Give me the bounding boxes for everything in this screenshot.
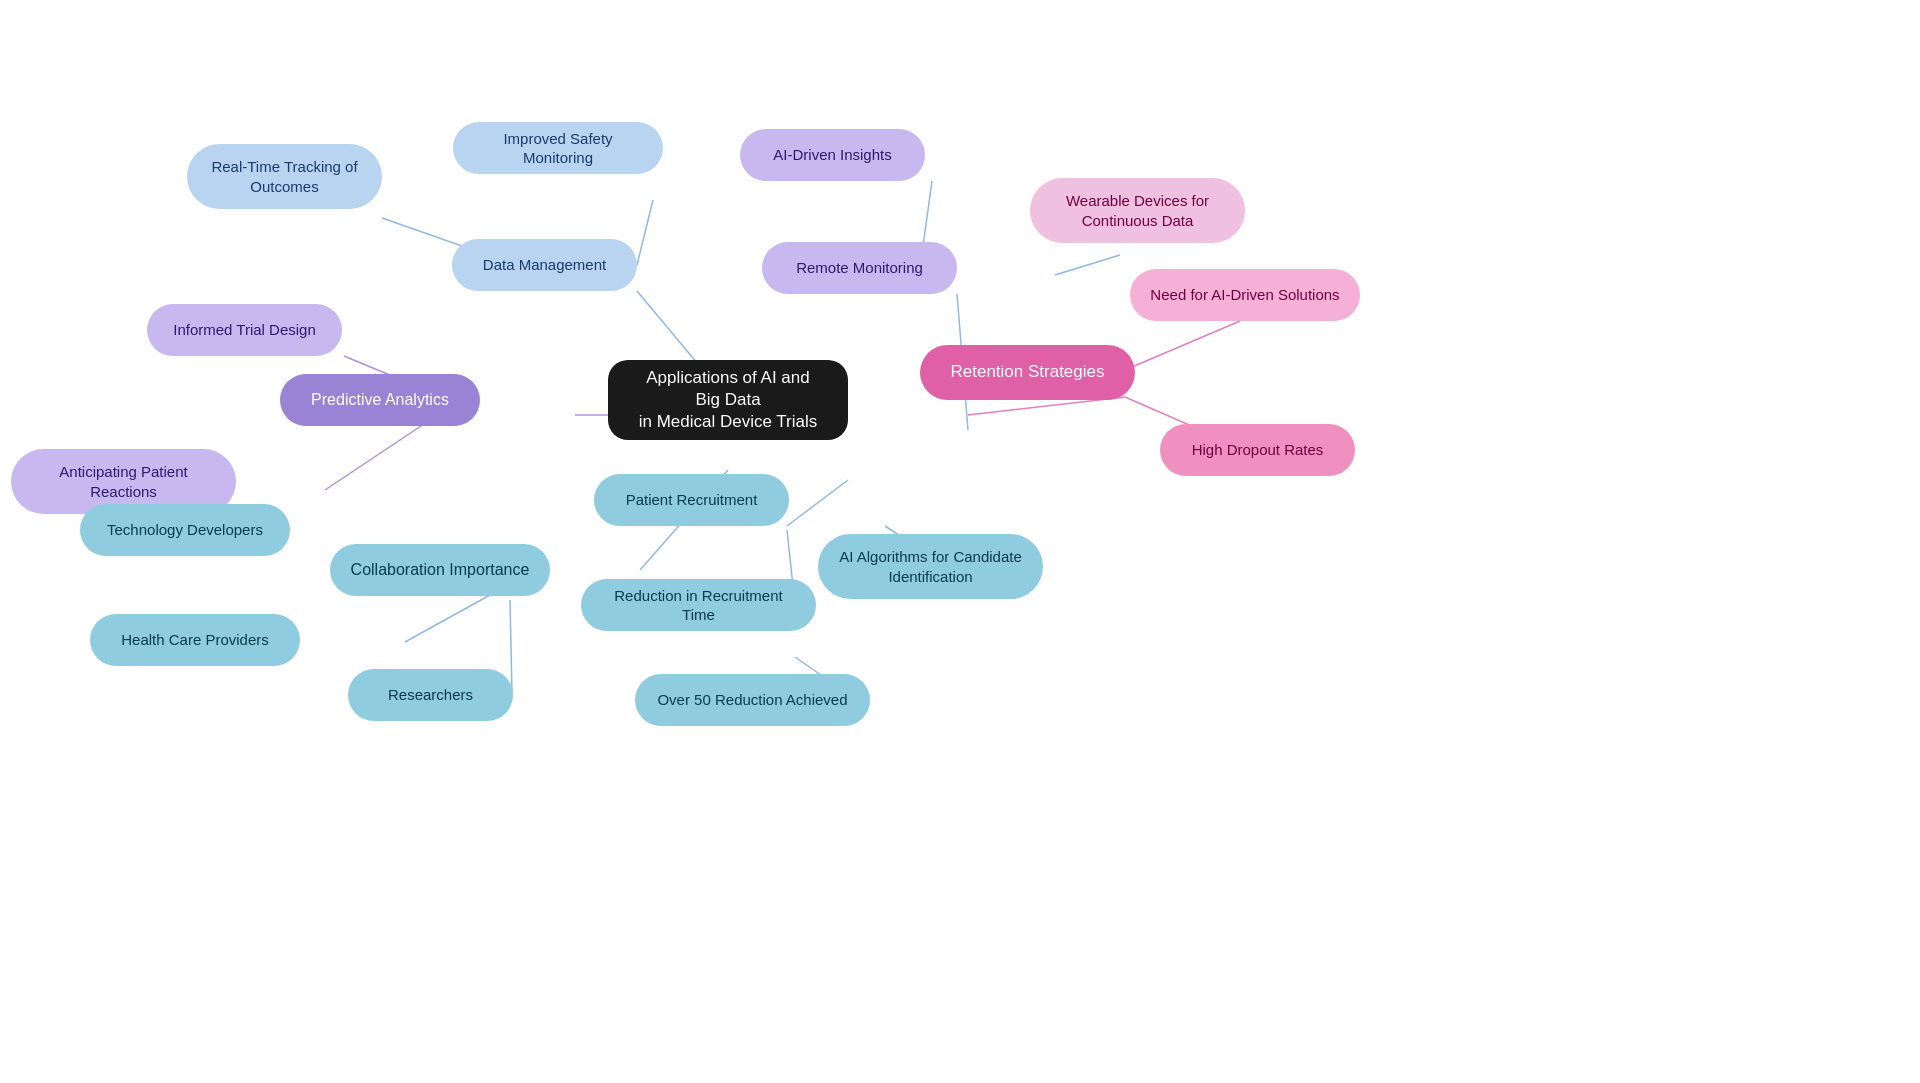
ai-algorithms-label: AI Algorithms for Candidate Identificati…: [839, 547, 1022, 586]
remote-monitoring-label: Remote Monitoring: [796, 258, 923, 278]
collaboration-importance-node: Collaboration Importance: [330, 544, 550, 596]
predictive-analytics-node: Predictive Analytics: [280, 374, 480, 426]
svg-line-11: [1055, 255, 1120, 275]
svg-line-12: [1125, 321, 1240, 370]
remote-monitoring-node: Remote Monitoring: [762, 242, 957, 294]
collaboration-importance-label: Collaboration Importance: [351, 560, 530, 581]
svg-line-19: [510, 600, 512, 695]
center-label: Applications of AI and Big Data in Medic…: [638, 367, 818, 433]
improved-safety-node: Improved Safety Monitoring: [453, 122, 663, 174]
retention-strategies-label: Retention Strategies: [950, 361, 1104, 383]
data-management-label: Data Management: [483, 255, 606, 275]
high-dropout-node: High Dropout Rates: [1160, 424, 1355, 476]
need-for-ai-node: Need for AI-Driven Solutions: [1130, 269, 1360, 321]
technology-developers-label: Technology Developers: [107, 520, 263, 540]
technology-developers-node: Technology Developers: [80, 504, 290, 556]
svg-line-18: [405, 595, 490, 642]
wearable-devices-node: Wearable Devices for Continuous Data: [1030, 178, 1245, 243]
informed-trial-label: Informed Trial Design: [173, 320, 316, 340]
need-for-ai-label: Need for AI-Driven Solutions: [1150, 285, 1339, 305]
svg-line-4: [787, 480, 848, 526]
svg-line-9: [325, 420, 430, 490]
researchers-node: Researchers: [348, 669, 513, 721]
informed-trial-node: Informed Trial Design: [147, 304, 342, 356]
center-node: Applications of AI and Big Data in Medic…: [608, 360, 848, 440]
over50-node: Over 50 Reduction Achieved: [635, 674, 870, 726]
ai-driven-insights-label: AI-Driven Insights: [773, 145, 891, 165]
reduction-time-label: Reduction in Recruitment Time: [601, 586, 796, 625]
reduction-time-node: Reduction in Recruitment Time: [581, 579, 816, 631]
predictive-analytics-label: Predictive Analytics: [311, 390, 449, 411]
patient-recruitment-node: Patient Recruitment: [594, 474, 789, 526]
real-time-tracking-node: Real-Time Tracking of Outcomes: [187, 144, 382, 209]
retention-strategies-node: Retention Strategies: [920, 345, 1135, 400]
health-care-providers-node: Health Care Providers: [90, 614, 300, 666]
ai-algorithms-node: AI Algorithms for Candidate Identificati…: [818, 534, 1043, 599]
patient-recruitment-label: Patient Recruitment: [626, 490, 758, 510]
real-time-tracking-label: Real-Time Tracking of Outcomes: [211, 157, 357, 196]
over50-label: Over 50 Reduction Achieved: [657, 690, 847, 710]
wearable-devices-label: Wearable Devices for Continuous Data: [1066, 191, 1209, 230]
improved-safety-label: Improved Safety Monitoring: [473, 129, 643, 168]
ai-driven-insights-node: AI-Driven Insights: [740, 129, 925, 181]
high-dropout-label: High Dropout Rates: [1192, 440, 1324, 460]
anticipating-patient-label: Anticipating Patient Reactions: [31, 462, 216, 501]
data-management-node: Data Management: [452, 239, 637, 291]
health-care-providers-label: Health Care Providers: [121, 630, 269, 650]
svg-line-6: [637, 200, 653, 265]
researchers-label: Researchers: [388, 685, 473, 705]
